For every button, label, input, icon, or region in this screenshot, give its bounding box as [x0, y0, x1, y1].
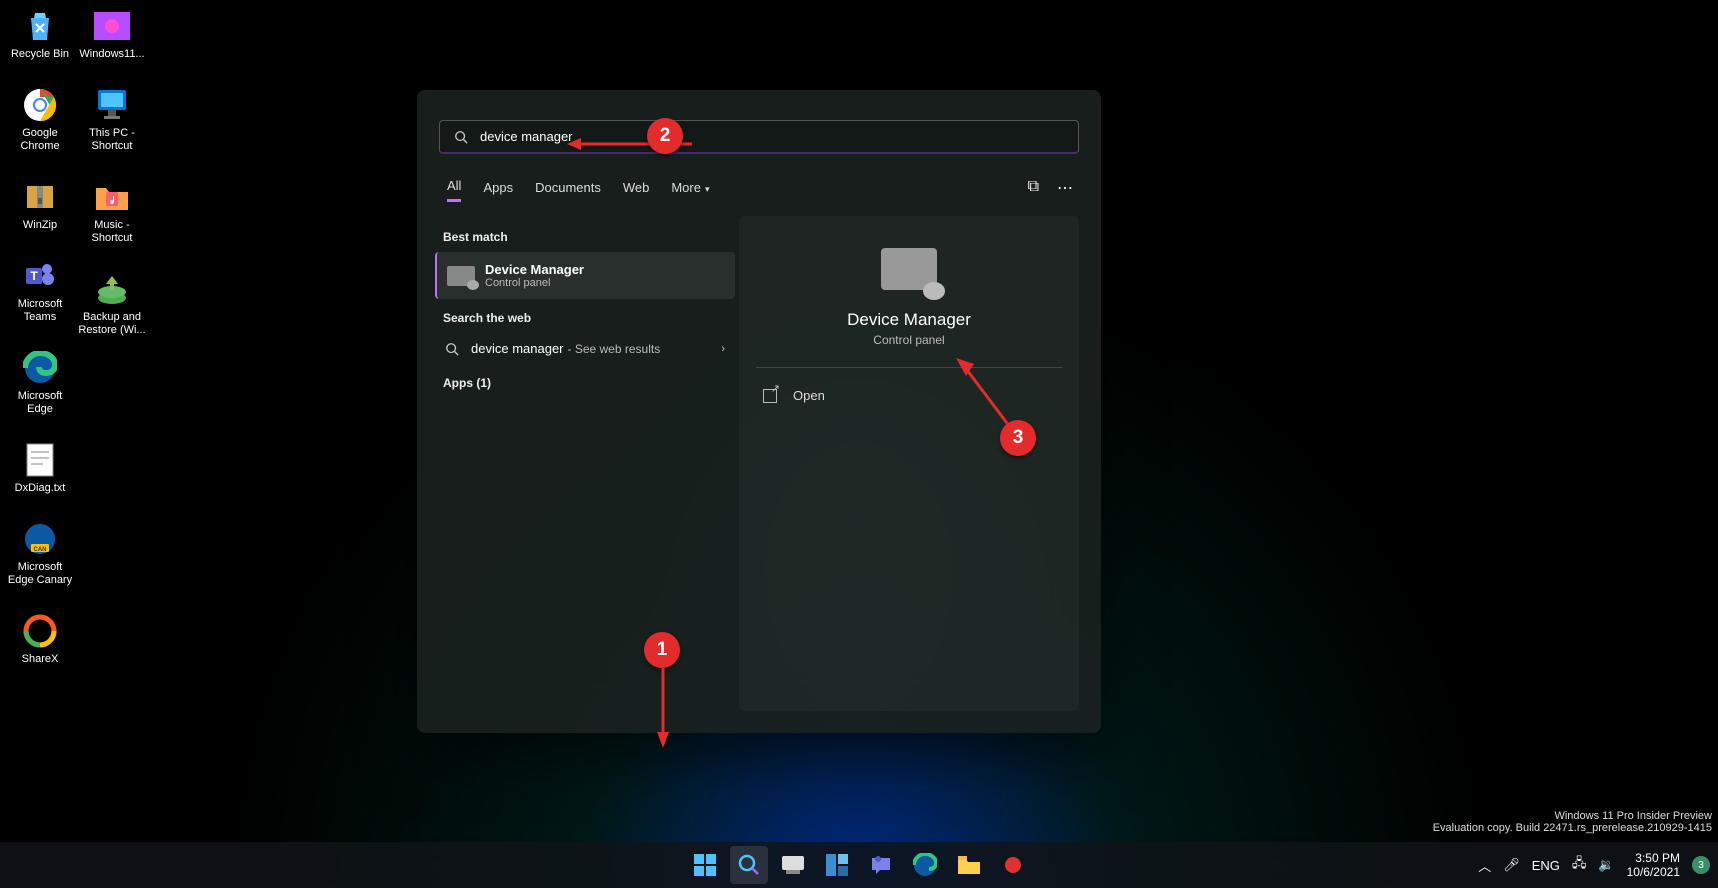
desktop-icon-label: DxDiag.txt [15, 482, 66, 495]
recording-indicator[interactable] [994, 846, 1032, 884]
chevron-right-icon: › [721, 343, 725, 355]
search-input[interactable] [480, 129, 1064, 144]
preview-subtitle: Control panel [873, 333, 944, 347]
search-icon [445, 342, 459, 356]
watermark-line: Evaluation copy. Build 22471.rs_prerelea… [1433, 822, 1712, 834]
desktop-icon-edge[interactable]: Microsoft Edge [6, 348, 74, 416]
language-indicator[interactable]: ENG [1532, 858, 1560, 873]
best-match-subtitle: Control panel [485, 277, 584, 289]
open-external-icon [763, 389, 777, 403]
image-file-icon [92, 6, 132, 46]
tab-web[interactable]: Web [623, 180, 650, 201]
taskbar-clock[interactable]: 3:50 PM 10/6/2021 [1627, 851, 1680, 879]
desktop-icon-label: This PC - Shortcut [89, 127, 135, 153]
desktop-icon-sharex[interactable]: ShareX [6, 611, 74, 666]
desktop-icon-label: Backup and Restore (Wi... [78, 311, 145, 337]
best-match-device-manager[interactable]: Device Manager Control panel [435, 252, 735, 299]
text-file-icon [20, 440, 60, 480]
svg-text:CAN: CAN [34, 547, 47, 553]
web-result-suffix: - See web results [568, 342, 661, 356]
desktop-icon-label: Microsoft Edge [18, 390, 63, 416]
clock-time: 3:50 PM [1627, 851, 1680, 865]
tab-all[interactable]: All [447, 178, 461, 202]
search-results-column: Best match Device Manager Control panel … [435, 218, 735, 398]
file-explorer-button[interactable] [950, 846, 988, 884]
recycle-bin-icon [20, 6, 60, 46]
desktop-icon-edge-canary[interactable]: CAN Microsoft Edge Canary [6, 519, 74, 587]
apps-heading: Apps (1) [443, 376, 735, 390]
open-in-new-window-icon[interactable]: ⧉ [1028, 178, 1039, 198]
search-icon [454, 130, 468, 144]
desktop-icon-label: Windows11... [79, 48, 144, 61]
desktop-icon-label: Recycle Bin [11, 48, 69, 61]
tab-documents[interactable]: Documents [535, 180, 601, 201]
edge-taskbar-button[interactable] [906, 846, 944, 884]
tab-apps[interactable]: Apps [483, 180, 513, 201]
tab-more[interactable]: More ▾ [671, 180, 709, 201]
network-icon[interactable]: 🖧 [1572, 854, 1587, 876]
desktop-icon-winzip[interactable]: WinZip [6, 177, 74, 232]
search-header-actions: ⧉ ⋯ [1028, 178, 1073, 198]
chrome-icon [20, 85, 60, 125]
backup-icon [92, 269, 132, 309]
music-folder-icon [92, 177, 132, 217]
preview-open-action[interactable]: Open [763, 388, 825, 403]
svg-text:T: T [30, 269, 38, 283]
sharex-icon [20, 611, 60, 651]
search-box[interactable] [439, 120, 1079, 154]
desktop-icon-label: ShareX [22, 653, 59, 666]
watermark: Windows 11 Pro Insider Preview Evaluatio… [1433, 810, 1712, 834]
desktop-icon-windows11-image[interactable]: Windows11... [78, 6, 146, 61]
clock-date: 10/6/2021 [1627, 865, 1680, 879]
web-result-device-manager[interactable]: device manager - See web results › [435, 333, 735, 364]
widgets-button[interactable] [818, 846, 856, 884]
desktop-icon-backup-restore[interactable]: Backup and Restore (Wi... [78, 269, 146, 337]
tray-overflow-icon[interactable]: ︿ [1478, 856, 1491, 875]
desktop-icon-label: Music - Shortcut [92, 219, 133, 245]
more-options-icon[interactable]: ⋯ [1057, 178, 1073, 198]
search-web-heading: Search the web [443, 311, 735, 325]
tab-more-label: More [671, 180, 701, 195]
desktop-icon-dxdiag[interactable]: DxDiag.txt [6, 440, 74, 495]
desktop-icon-music[interactable]: Music - Shortcut [78, 177, 146, 245]
taskbar: ︿ 🎤︎ ENG 🖧 🔉 3:50 PM 10/6/2021 3 [0, 842, 1718, 888]
start-button[interactable] [686, 846, 724, 884]
desktop-icon-label: Google Chrome [20, 127, 59, 153]
desktop: Recycle Bin Google Chrome WinZip T Micro… [4, 2, 148, 742]
preview-open-label: Open [793, 388, 825, 403]
best-match-title: Device Manager [485, 262, 584, 277]
device-manager-icon [447, 266, 475, 286]
desktop-icon-recycle-bin[interactable]: Recycle Bin [6, 6, 74, 61]
best-match-heading: Best match [443, 230, 735, 244]
web-result-term: device manager [471, 341, 564, 356]
teams-icon: T [20, 256, 60, 296]
desktop-icon-this-pc[interactable]: This PC - Shortcut [78, 85, 146, 153]
notifications-button[interactable]: 3 [1692, 856, 1710, 874]
desktop-icon-teams[interactable]: T Microsoft Teams [6, 256, 74, 324]
start-search-flyout: All Apps Documents Web More ▾ ⧉ ⋯ Best ma… [417, 90, 1101, 733]
desktop-icon-chrome[interactable]: Google Chrome [6, 85, 74, 153]
microphone-icon[interactable]: 🎤︎ [1503, 857, 1520, 873]
taskbar-center [686, 846, 1032, 884]
chat-button[interactable] [862, 846, 900, 884]
desktop-icon-label: Microsoft Teams [18, 298, 63, 324]
search-tabs: All Apps Documents Web More ▾ [447, 178, 710, 202]
taskbar-search-button[interactable] [730, 846, 768, 884]
edge-canary-icon: CAN [20, 519, 60, 559]
volume-icon[interactable]: 🔉 [1598, 857, 1614, 873]
chevron-down-icon: ▾ [705, 184, 710, 194]
device-manager-large-icon [881, 248, 937, 290]
desktop-icon-label: Microsoft Edge Canary [8, 561, 72, 587]
preview-title: Device Manager [847, 310, 971, 330]
desktop-icon-label: WinZip [23, 219, 57, 232]
pc-icon [92, 85, 132, 125]
watermark-line: Windows 11 Pro Insider Preview [1433, 810, 1712, 822]
edge-icon [20, 348, 60, 388]
winzip-icon [20, 177, 60, 217]
system-tray: ︿ 🎤︎ ENG 🖧 🔉 3:50 PM 10/6/2021 3 [1478, 851, 1710, 879]
search-preview-pane: Device Manager Control panel Open [739, 216, 1079, 711]
task-view-button[interactable] [774, 846, 812, 884]
preview-divider [756, 367, 1062, 368]
